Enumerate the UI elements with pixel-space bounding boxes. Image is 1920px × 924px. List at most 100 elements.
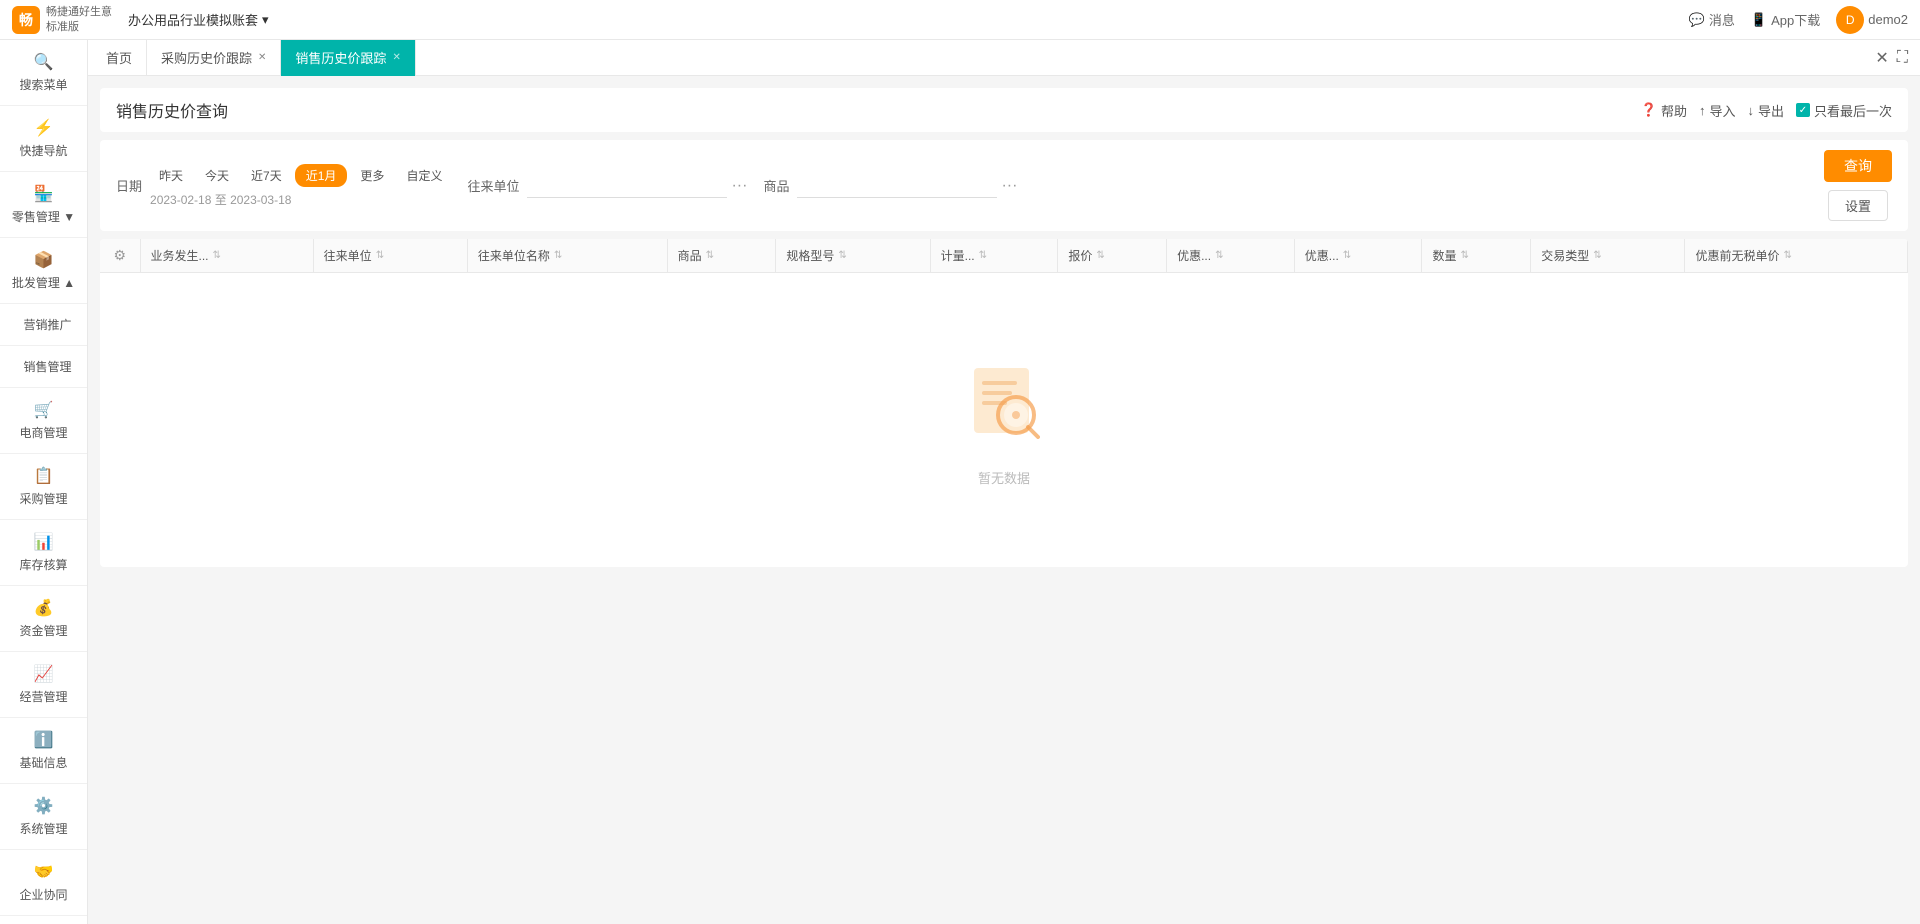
empty-illustration [954, 353, 1054, 456]
finance-icon: 💰 [34, 598, 54, 618]
date-btn-7days[interactable]: 近7天 [242, 164, 291, 187]
basic-icon: ℹ️ [34, 730, 54, 750]
sidebar-item-finance[interactable]: 💰 资金管理 [0, 586, 87, 652]
col-quantity[interactable]: 数量 ⇅ [1422, 239, 1531, 273]
col-biz-date[interactable]: 业务发生... ⇅ [140, 239, 313, 273]
data-table: ⚙ 业务发生... ⇅ 往来单位 [100, 239, 1908, 273]
sidebar-item-label: 搜索菜单 [19, 76, 67, 93]
sidebar-item-marketing[interactable]: 营销推广 [0, 304, 87, 346]
sidebar-item-purchase-mgmt[interactable]: 📋 采购管理 [0, 454, 87, 520]
date-btn-today[interactable]: 今天 [196, 164, 238, 187]
main-layout: 🔍 搜索菜单 ⚡ 快捷导航 🏪 零售管理 ▼ 📦 批发管理 ▲ 营销推广 销售管… [0, 40, 1920, 924]
col-quote[interactable]: 报价 ⇅ [1058, 239, 1167, 273]
sidebar-item-label: 经营管理 [19, 688, 67, 705]
page-content: 销售历史价查询 ❓ 帮助 ↑ 导入 ↓ 导出 ✓ [88, 76, 1920, 924]
table-wrap: ⚙ 业务发生... ⇅ 往来单位 [100, 239, 1908, 567]
filter-row: 日期 昨天 今天 近7天 近1月 更多 自定义 2023-02-18 至 202… [116, 150, 1892, 221]
page-title: 销售历史价查询 [116, 98, 228, 122]
import-icon: ↑ [1699, 103, 1706, 118]
sidebar-item-quick-nav[interactable]: ⚡ 快捷导航 [0, 106, 87, 172]
sidebar-item-label: 零售管理 ▼ [12, 208, 75, 225]
top-bar-left: 畅 畅捷通好生意 标准版 办公用品行业模拟账套 ▾ [12, 5, 277, 34]
purchase-icon: 📋 [34, 466, 54, 486]
product-dots[interactable]: ··· [1001, 177, 1017, 195]
tab-bar-actions: ✕ ⛶ [1875, 48, 1916, 68]
col-discount2[interactable]: 优惠... ⇅ [1294, 239, 1422, 273]
partner-dots[interactable]: ··· [731, 177, 747, 195]
sort-icon-product: ⇅ [706, 250, 714, 261]
sidebar-item-retail-mgmt[interactable]: 🏪 零售管理 ▼ [0, 172, 87, 238]
sidebar-item-label: 基础信息 [19, 754, 67, 771]
table-settings-icon[interactable]: ⚙ [113, 247, 126, 263]
export-icon: ↓ [1747, 103, 1754, 118]
col-spec[interactable]: 规格型号 ⇅ [776, 239, 930, 273]
date-btn-yesterday[interactable]: 昨天 [150, 164, 192, 187]
col-unit[interactable]: 计量... ⇅ [930, 239, 1058, 273]
sort-icon-pre-tax: ⇅ [1784, 250, 1792, 261]
product-input[interactable] [797, 174, 997, 198]
date-btn-custom[interactable]: 自定义 [397, 164, 451, 187]
date-label: 日期 [116, 176, 142, 195]
export-action[interactable]: ↓ 导出 [1747, 101, 1784, 120]
sidebar-item-enterprise[interactable]: 🤝 企业协同 [0, 850, 87, 916]
tab-bar: 首页 采购历史价跟踪 ✕ 销售历史价跟踪 ✕ ✕ ⛶ [88, 40, 1920, 76]
date-btn-more[interactable]: 更多 [351, 164, 393, 187]
sort-icon-quote: ⇅ [1096, 250, 1104, 261]
filter-area: 日期 昨天 今天 近7天 近1月 更多 自定义 2023-02-18 至 202… [100, 140, 1908, 231]
partner-input-wrap: ··· [527, 174, 747, 198]
col-discount1[interactable]: 优惠... ⇅ [1167, 239, 1295, 273]
download-action[interactable]: 📱 App下载 [1751, 10, 1820, 29]
tab-close-sales[interactable]: ✕ [392, 52, 400, 63]
retail-icon: 🏪 [34, 184, 54, 204]
sidebar-item-basic-info[interactable]: ℹ️ 基础信息 [0, 718, 87, 784]
date-btn-1month[interactable]: 近1月 [295, 164, 348, 187]
sidebar-item-ops-mgmt[interactable]: 📈 经营管理 [0, 652, 87, 718]
col-partner-name[interactable]: 往来单位名称 ⇅ [467, 239, 667, 273]
help-action[interactable]: ❓ 帮助 [1641, 101, 1687, 120]
sidebar-item-inventory[interactable]: 📊 库存核算 [0, 520, 87, 586]
page-header-actions: ❓ 帮助 ↑ 导入 ↓ 导出 ✓ 只看最后一次 [1641, 101, 1892, 120]
sidebar-item-label: 企业协同 [19, 886, 67, 903]
sys-icon: ⚙️ [34, 796, 54, 816]
app-selector[interactable]: 办公用品行业模拟账套 ▾ [120, 6, 277, 33]
table-header: ⚙ 业务发生... ⇅ 往来单位 [100, 239, 1908, 273]
setting-button[interactable]: 设置 [1828, 190, 1888, 221]
tab-purchase-history[interactable]: 采购历史价跟踪 ✕ [147, 40, 281, 76]
logo-icon: 畅 [12, 6, 40, 34]
product-filter: 商品 ··· [763, 174, 1017, 198]
query-button[interactable]: 查询 [1824, 150, 1892, 182]
col-partner-code[interactable]: 往来单位 ⇅ [313, 239, 467, 273]
col-trade-type[interactable]: 交易类型 ⇅ [1531, 239, 1685, 273]
last-only-checkbox[interactable]: ✓ 只看最后一次 [1796, 101, 1892, 120]
tab-close-all-btn[interactable]: ✕ [1875, 48, 1888, 68]
sidebar-item-sys-mgmt[interactable]: ⚙️ 系统管理 [0, 784, 87, 850]
col-product[interactable]: 商品 ⇅ [667, 239, 776, 273]
empty-text: 暂无数据 [978, 468, 1030, 487]
tab-expand-btn[interactable]: ⛶ [1897, 49, 1908, 67]
top-bar: 畅 畅捷通好生意 标准版 办公用品行业模拟账套 ▾ 💬 消息 📱 App下载 D… [0, 0, 1920, 40]
page-header: 销售历史价查询 ❓ 帮助 ↑ 导入 ↓ 导出 ✓ [100, 88, 1908, 132]
sidebar-item-sales-mgmt[interactable]: 销售管理 [0, 346, 87, 388]
tab-sales-history[interactable]: 销售历史价跟踪 ✕ [281, 40, 415, 76]
user-action[interactable]: D demo2 [1836, 6, 1908, 34]
sort-icon-discount2: ⇅ [1343, 250, 1351, 261]
sidebar-item-ecom-mgmt[interactable]: 🛒 电商管理 [0, 388, 87, 454]
sidebar-item-label: 快捷导航 [19, 142, 67, 159]
sidebar-item-label: 营销推广 [23, 316, 71, 333]
col-pre-tax[interactable]: 优惠前无税单价 ⇅ [1685, 239, 1908, 273]
checkbox-checked-icon: ✓ [1796, 103, 1810, 117]
sidebar-item-label: 采购管理 [19, 490, 67, 507]
tab-close-purchase[interactable]: ✕ [258, 52, 266, 63]
import-action[interactable]: ↑ 导入 [1699, 101, 1736, 120]
sidebar-item-wholesale-mgmt[interactable]: 📦 批发管理 ▲ [0, 238, 87, 304]
date-buttons: 昨天 今天 近7天 近1月 更多 自定义 [150, 164, 451, 187]
sort-icon-discount1: ⇅ [1215, 250, 1223, 261]
tab-home[interactable]: 首页 [92, 40, 147, 76]
col-settings[interactable]: ⚙ [100, 239, 140, 273]
date-filter: 日期 昨天 今天 近7天 近1月 更多 自定义 2023-02-18 至 202… [116, 164, 451, 208]
sidebar-item-beginner[interactable]: 🎯 新手引导 [0, 916, 87, 924]
partner-filter: 往来单位 ··· [467, 174, 747, 198]
message-action[interactable]: 💬 消息 [1689, 10, 1735, 29]
sidebar-item-search-menu[interactable]: 🔍 搜索菜单 [0, 40, 87, 106]
partner-input[interactable] [527, 174, 727, 198]
